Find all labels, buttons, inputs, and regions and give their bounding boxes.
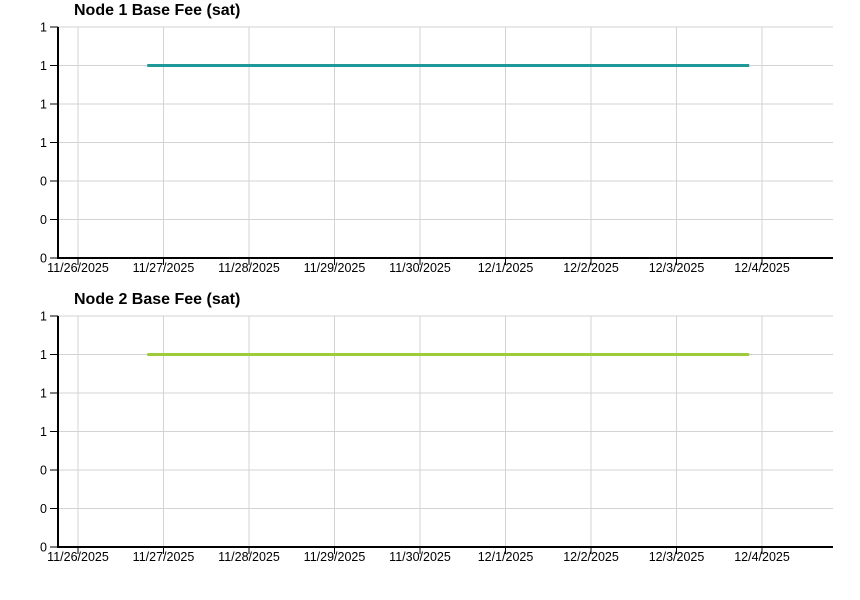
x-tick-label: 11/29/2025 [304, 261, 366, 275]
chart-node2-base-fee: Node 2 Base Fee (sat) 1 1 1 1 0 0 0 11/26/2025 1… [0, 289, 860, 578]
y-tick-label: 0 [40, 213, 47, 227]
x-tick-label: 11/26/2025 [47, 261, 109, 275]
y-tick-label: 1 [40, 136, 47, 150]
y-tick-label: 0 [40, 252, 47, 266]
y-tick-label: 0 [40, 464, 47, 478]
charts-page: Node 1 Base Fee (sat) 1 1 1 1 0 0 0 11/26/2025 1… [0, 0, 860, 600]
y-tick-label: 0 [40, 502, 47, 516]
x-tick-label: 11/30/2025 [389, 550, 451, 564]
x-tick-label: 12/1/2025 [478, 550, 534, 564]
x-tick-label: 12/4/2025 [734, 550, 790, 564]
x-tick-label: 12/3/2025 [649, 550, 705, 564]
y-tick-label: 1 [40, 387, 47, 401]
x-tick-label: 12/4/2025 [734, 261, 790, 275]
y-tick-label: 1 [40, 310, 47, 324]
x-tick-label: 11/28/2025 [218, 550, 280, 564]
x-tick-label: 11/28/2025 [218, 261, 280, 275]
y-tick-label: 1 [40, 21, 47, 35]
y-tick-label: 0 [40, 541, 47, 555]
x-tick-label: 11/26/2025 [47, 550, 109, 564]
y-tick-label: 1 [40, 59, 47, 73]
x-tick-label: 11/29/2025 [304, 550, 366, 564]
x-tick-label: 12/3/2025 [649, 261, 705, 275]
x-tick-label: 12/2/2025 [563, 550, 619, 564]
x-tick-label: 11/30/2025 [389, 261, 451, 275]
y-tick-label: 0 [40, 175, 47, 189]
y-tick-label: 1 [40, 425, 47, 439]
x-tick-label: 12/1/2025 [478, 261, 534, 275]
chart-node1-canvas: 111100011/26/2025 11/27/2025 11/28/2025 11/… [40, 21, 833, 275]
y-tick-label: 1 [40, 98, 47, 112]
chart-node2-canvas: 111100011/26/2025 11/27/2025 11/28/2025 11/… [40, 310, 833, 564]
x-tick-label: 11/27/2025 [133, 261, 195, 275]
y-tick-label: 1 [40, 348, 47, 362]
chart-node1-base-fee: Node 1 Base Fee (sat) 1 1 1 1 0 0 0 11/26/2025 1… [0, 0, 860, 289]
x-tick-label: 12/2/2025 [563, 261, 619, 275]
x-tick-label: 11/27/2025 [133, 550, 195, 564]
